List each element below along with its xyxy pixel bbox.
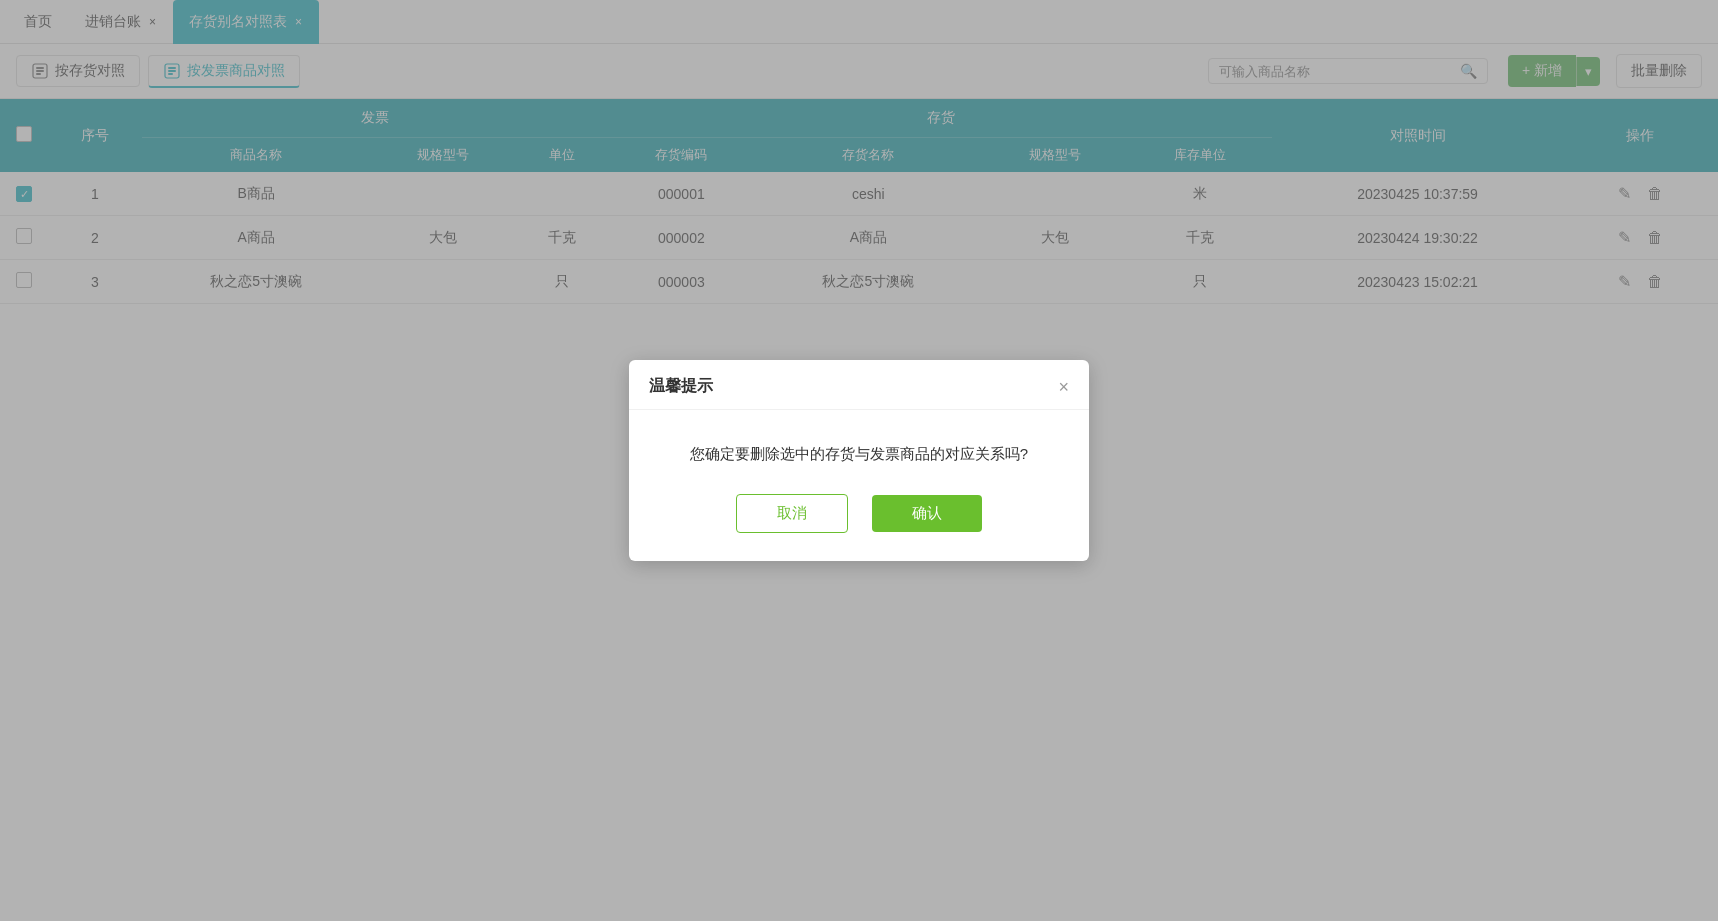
dialog-overlay: 温馨提示 × 您确定要删除选中的存货与发票商品的对应关系吗? 取消 确认 (0, 0, 1718, 921)
btn-confirm[interactable]: 确认 (872, 495, 982, 532)
dialog-footer: 取消 确认 (629, 494, 1089, 561)
btn-cancel[interactable]: 取消 (736, 494, 848, 533)
confirm-dialog: 温馨提示 × 您确定要删除选中的存货与发票商品的对应关系吗? 取消 确认 (629, 360, 1089, 561)
dialog-message: 您确定要删除选中的存货与发票商品的对应关系吗? (690, 445, 1028, 462)
btn-cancel-label: 取消 (777, 504, 807, 521)
btn-confirm-label: 确认 (912, 504, 942, 521)
dialog-body: 您确定要删除选中的存货与发票商品的对应关系吗? (629, 410, 1089, 494)
main-content: 按存货对照 按发票商品对照 🔍 + 新增 ▾ (0, 44, 1718, 921)
dialog-close-icon[interactable]: × (1058, 378, 1069, 396)
dialog-title: 温馨提示 (649, 376, 713, 397)
dialog-header: 温馨提示 × (629, 360, 1089, 410)
